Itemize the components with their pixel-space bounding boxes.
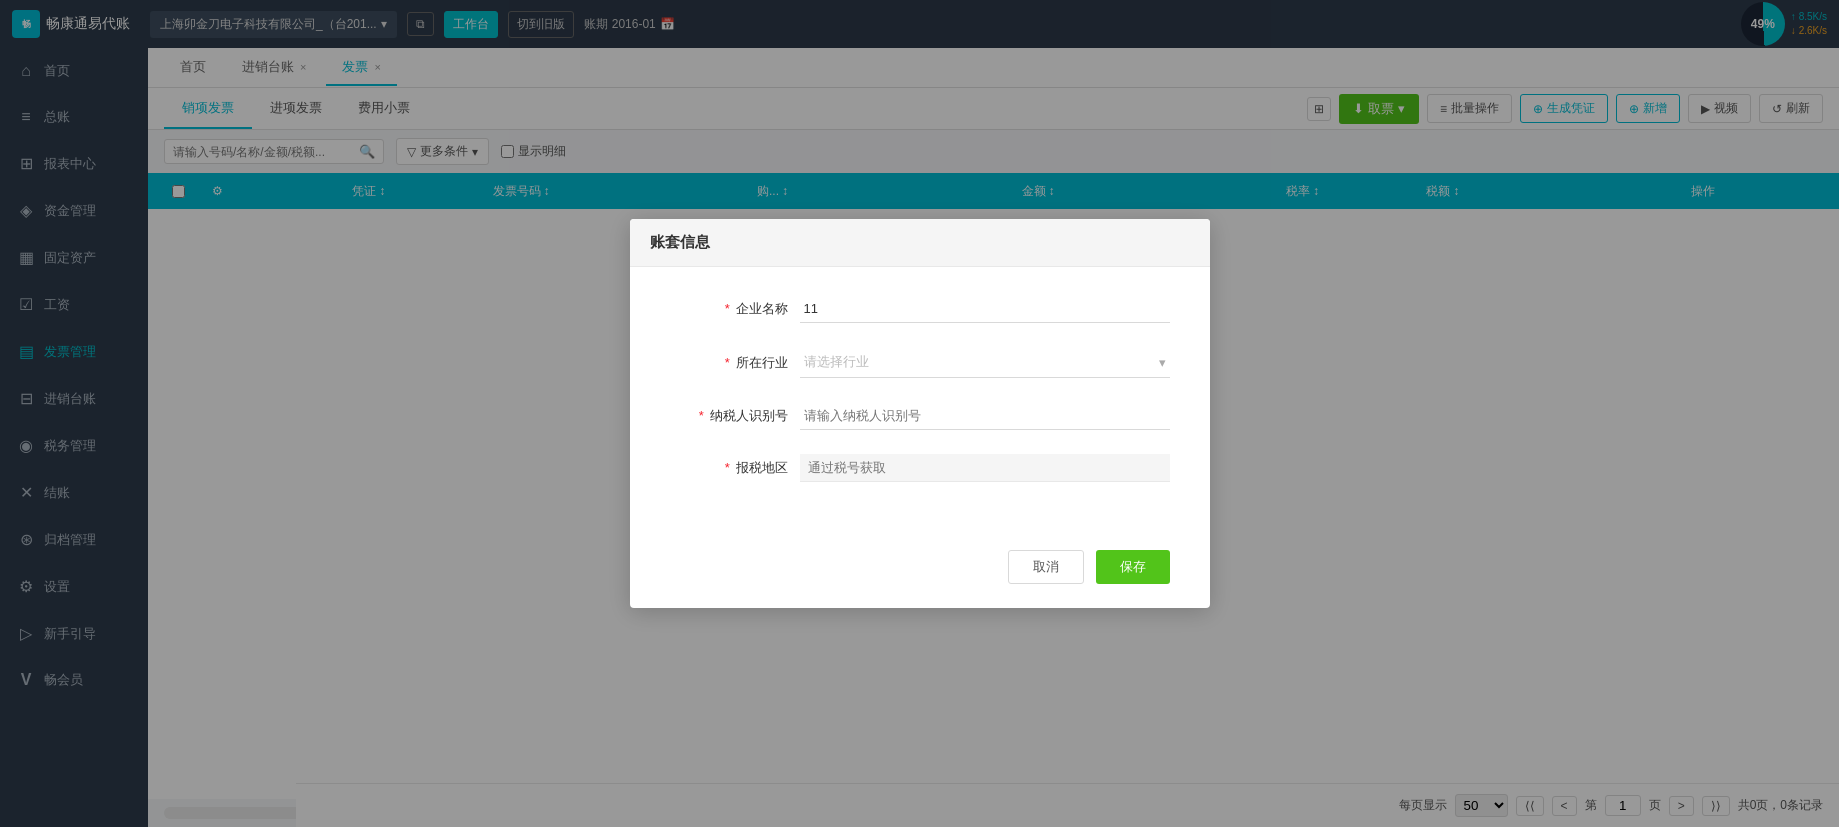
company-name-label: * 企业名称 — [670, 300, 800, 318]
dialog-title: 账套信息 — [650, 233, 710, 250]
industry-label: * 所在行业 — [670, 354, 800, 372]
industry-chevron-icon: ▾ — [1159, 355, 1166, 370]
industry-select[interactable]: 请选择行业 ▾ — [800, 347, 1170, 378]
modal-overlay[interactable]: 账套信息 * 企业名称 * 所在行业 请选择行业 ▾ — [0, 0, 1839, 827]
required-star-2: * — [725, 355, 730, 370]
dialog-header: 账套信息 — [630, 219, 1210, 267]
account-info-dialog: 账套信息 * 企业名称 * 所在行业 请选择行业 ▾ — [630, 219, 1210, 608]
tax-id-row: * 纳税人识别号 — [670, 402, 1170, 430]
cancel-button[interactable]: 取消 — [1008, 550, 1084, 584]
required-star: * — [725, 301, 730, 316]
tax-id-label: * 纳税人识别号 — [670, 407, 800, 425]
tax-region-row: * 报税地区 — [670, 454, 1170, 482]
save-button[interactable]: 保存 — [1096, 550, 1170, 584]
tax-id-input[interactable] — [800, 402, 1170, 430]
tax-region-label: * 报税地区 — [670, 459, 800, 477]
required-star-3: * — [699, 408, 704, 423]
dialog-footer: 取消 保存 — [630, 534, 1210, 608]
tax-region-input — [800, 454, 1170, 482]
company-name-input[interactable] — [800, 295, 1170, 323]
industry-row: * 所在行业 请选择行业 ▾ — [670, 347, 1170, 378]
company-name-row: * 企业名称 — [670, 295, 1170, 323]
dialog-body: * 企业名称 * 所在行业 请选择行业 ▾ * — [630, 267, 1210, 534]
required-star-4: * — [725, 460, 730, 475]
industry-placeholder: 请选择行业 — [804, 353, 1159, 371]
